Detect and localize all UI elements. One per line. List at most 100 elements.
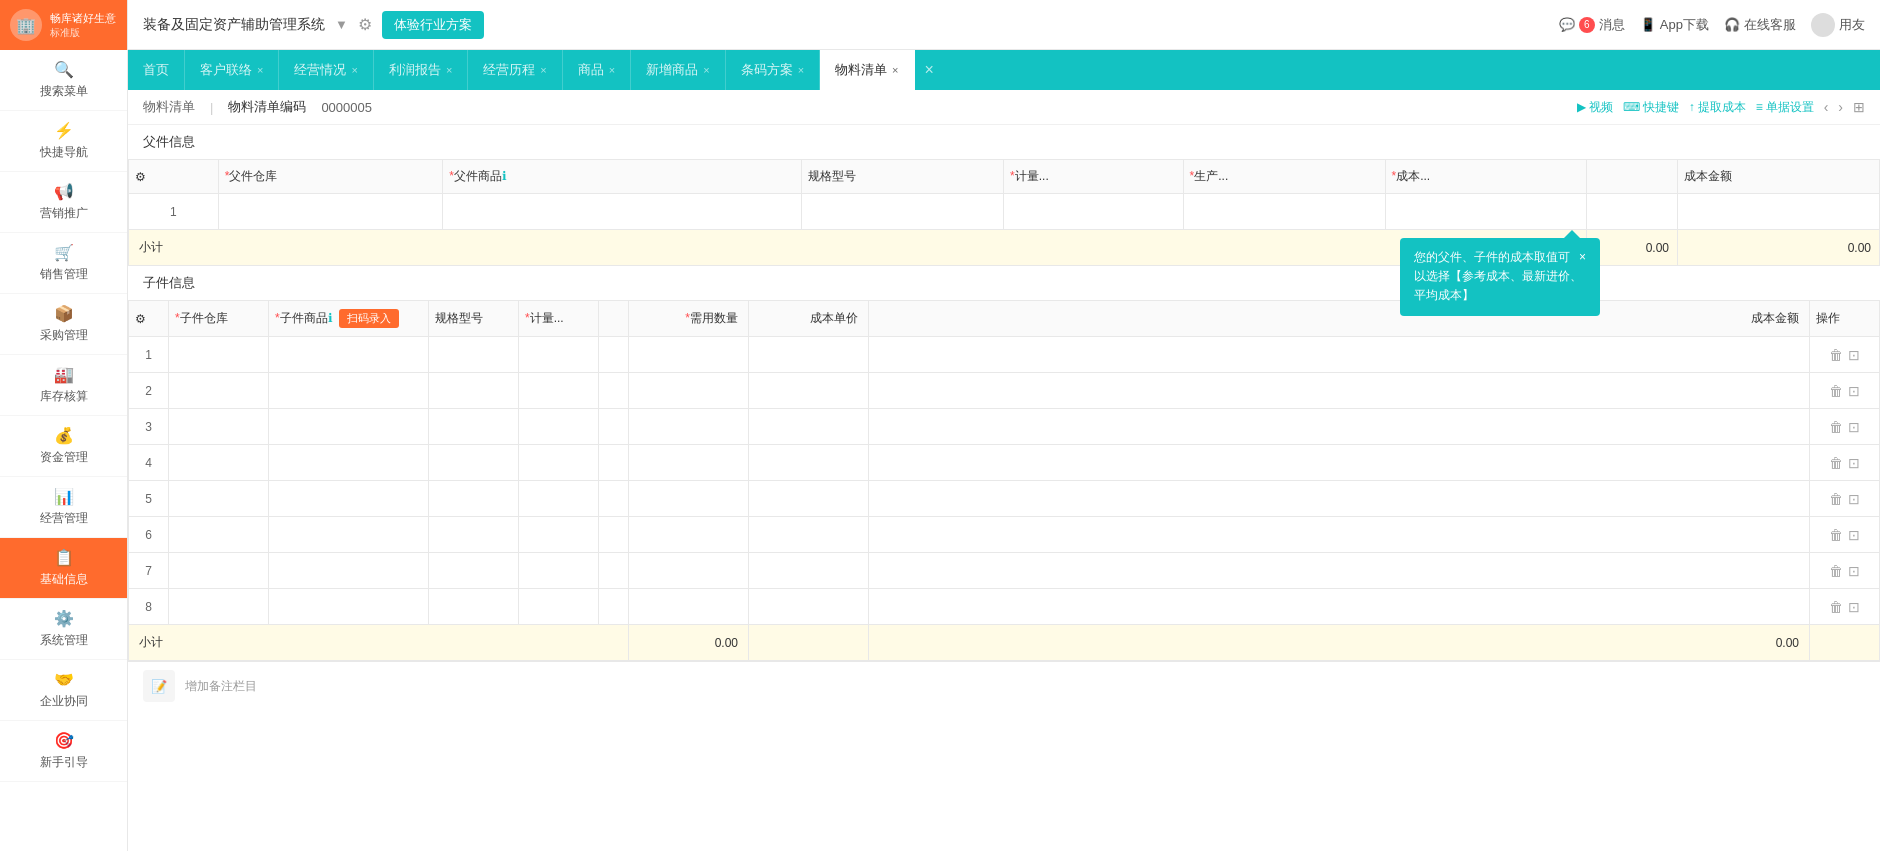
nav-tab-close-8[interactable]: × bbox=[892, 64, 898, 76]
try-btn[interactable]: 体验行业方案 bbox=[382, 11, 484, 39]
nav-tab-0[interactable]: 首页 bbox=[128, 50, 185, 90]
child-cell-spec-1[interactable] bbox=[429, 337, 519, 373]
child-cell-warehouse-1[interactable] bbox=[169, 337, 269, 373]
sidebar-item-finance[interactable]: 💰资金管理 bbox=[0, 416, 127, 477]
child-cell-unitprice-1[interactable] bbox=[749, 337, 869, 373]
sidebar-item-inventory[interactable]: 🏭库存核算 bbox=[0, 355, 127, 416]
message-btn[interactable]: 💬 6 消息 bbox=[1559, 16, 1625, 34]
sidebar-item-basic[interactable]: 📋基础信息 bbox=[0, 538, 127, 599]
parent-cell-unit-1[interactable] bbox=[1004, 194, 1184, 230]
parent-th-settings[interactable]: ⚙ bbox=[129, 160, 219, 194]
delete-icon-8[interactable]: 🗑 bbox=[1829, 599, 1843, 615]
copy-icon-8[interactable]: ⊡ bbox=[1848, 599, 1860, 615]
sidebar-item-collab[interactable]: 🤝企业协同 bbox=[0, 660, 127, 721]
child-cell-product-1[interactable] bbox=[269, 337, 429, 373]
add-note-icon[interactable]: 📝 bbox=[143, 670, 175, 702]
child-cell-unitprice-2[interactable] bbox=[749, 373, 869, 409]
child-cell-qty-8[interactable] bbox=[629, 589, 749, 625]
sidebar-item-marketing[interactable]: 📢营销推广 bbox=[0, 172, 127, 233]
sidebar-item-quicknav[interactable]: ⚡快捷导航 bbox=[0, 111, 127, 172]
single-settings-btn[interactable]: ≡ 单据设置 bbox=[1756, 99, 1814, 116]
sidebar-item-system[interactable]: ⚙️系统管理 bbox=[0, 599, 127, 660]
breadcrumb-parent[interactable]: 物料清单 bbox=[143, 98, 195, 116]
nav-tab-6[interactable]: 新增商品× bbox=[631, 50, 725, 90]
sidebar-item-purchase[interactable]: 📦采购管理 bbox=[0, 294, 127, 355]
parent-cell-product-1[interactable] bbox=[443, 194, 802, 230]
delete-icon-7[interactable]: 🗑 bbox=[1829, 563, 1843, 579]
nav-tab-close-6[interactable]: × bbox=[703, 64, 709, 76]
child-cell-qty-3[interactable] bbox=[629, 409, 749, 445]
app-download-btn[interactable]: 📱 App下载 bbox=[1640, 16, 1709, 34]
parent-cell-warehouse-1[interactable] bbox=[218, 194, 442, 230]
child-cell-qty-2[interactable] bbox=[629, 373, 749, 409]
copy-icon-6[interactable]: ⊡ bbox=[1848, 527, 1860, 543]
copy-icon-1[interactable]: ⊡ bbox=[1848, 347, 1860, 363]
child-cell-unit-1[interactable] bbox=[519, 337, 599, 373]
child-cell-spec-3[interactable] bbox=[429, 409, 519, 445]
child-cell-spec-8[interactable] bbox=[429, 589, 519, 625]
child-cell-unitprice-6[interactable] bbox=[749, 517, 869, 553]
nav-right-icon[interactable]: › bbox=[1838, 99, 1843, 115]
nav-left-icon[interactable]: ‹ bbox=[1824, 99, 1829, 115]
child-cell-spec-5[interactable] bbox=[429, 481, 519, 517]
nav-tab-close-1[interactable]: × bbox=[257, 64, 263, 76]
child-cell-unitprice-4[interactable] bbox=[749, 445, 869, 481]
child-cell-warehouse-8[interactable] bbox=[169, 589, 269, 625]
child-cell-unitprice-5[interactable] bbox=[749, 481, 869, 517]
nav-tab-7[interactable]: 条码方案× bbox=[726, 50, 820, 90]
extract-cost-btn[interactable]: ↑ 提取成本 bbox=[1689, 99, 1746, 116]
child-cell-product-3[interactable] bbox=[269, 409, 429, 445]
child-cell-qty-7[interactable] bbox=[629, 553, 749, 589]
shortcut-btn[interactable]: ⌨ 快捷键 bbox=[1623, 99, 1679, 116]
copy-icon-2[interactable]: ⊡ bbox=[1848, 383, 1860, 399]
child-cell-unit-4[interactable] bbox=[519, 445, 599, 481]
child-cell-qty-6[interactable] bbox=[629, 517, 749, 553]
child-cell-unit-6[interactable] bbox=[519, 517, 599, 553]
scan-btn[interactable]: 扫码录入 bbox=[339, 309, 399, 328]
delete-icon-3[interactable]: 🗑 bbox=[1829, 419, 1843, 435]
dropdown-icon[interactable]: ▼ bbox=[335, 17, 348, 32]
child-th-settings[interactable]: ⚙ bbox=[129, 301, 169, 337]
copy-icon-3[interactable]: ⊡ bbox=[1848, 419, 1860, 435]
settings-icon[interactable]: ⚙ bbox=[358, 15, 372, 34]
child-cell-unitprice-3[interactable] bbox=[749, 409, 869, 445]
nav-tab-5[interactable]: 商品× bbox=[563, 50, 631, 90]
parent-cell-cost-1[interactable] bbox=[1385, 194, 1587, 230]
child-cell-qty-4[interactable] bbox=[629, 445, 749, 481]
child-cell-warehouse-5[interactable] bbox=[169, 481, 269, 517]
nav-tab-close-5[interactable]: × bbox=[609, 64, 615, 76]
nav-tab-4[interactable]: 经营历程× bbox=[468, 50, 562, 90]
child-cell-warehouse-3[interactable] bbox=[169, 409, 269, 445]
delete-icon-5[interactable]: 🗑 bbox=[1829, 491, 1843, 507]
child-cell-warehouse-6[interactable] bbox=[169, 517, 269, 553]
tab-close-right[interactable]: × bbox=[915, 61, 944, 79]
sidebar-item-operation[interactable]: 📊经营管理 bbox=[0, 477, 127, 538]
parent-cell-production-1[interactable] bbox=[1183, 194, 1385, 230]
copy-icon-4[interactable]: ⊡ bbox=[1848, 455, 1860, 471]
nav-tab-8[interactable]: 物料清单× bbox=[820, 50, 914, 90]
child-cell-qty-1[interactable] bbox=[629, 337, 749, 373]
nav-tab-1[interactable]: 客户联络× bbox=[185, 50, 279, 90]
user-btn[interactable]: 用友 bbox=[1811, 13, 1865, 37]
child-cell-qty-5[interactable] bbox=[629, 481, 749, 517]
child-cell-warehouse-2[interactable] bbox=[169, 373, 269, 409]
grid-icon[interactable]: ⊞ bbox=[1853, 99, 1865, 115]
nav-tab-close-3[interactable]: × bbox=[446, 64, 452, 76]
nav-tab-close-7[interactable]: × bbox=[798, 64, 804, 76]
child-cell-product-4[interactable] bbox=[269, 445, 429, 481]
child-cell-spec-4[interactable] bbox=[429, 445, 519, 481]
delete-icon-4[interactable]: 🗑 bbox=[1829, 455, 1843, 471]
sidebar-item-search[interactable]: 🔍搜索菜单 bbox=[0, 50, 127, 111]
child-cell-spec-7[interactable] bbox=[429, 553, 519, 589]
child-cell-product-7[interactable] bbox=[269, 553, 429, 589]
child-cell-unitprice-7[interactable] bbox=[749, 553, 869, 589]
nav-tab-close-4[interactable]: × bbox=[540, 64, 546, 76]
child-cell-spec-6[interactable] bbox=[429, 517, 519, 553]
tooltip-close[interactable]: × bbox=[1579, 248, 1586, 267]
sidebar-item-sales[interactable]: 🛒销售管理 bbox=[0, 233, 127, 294]
child-cell-product-6[interactable] bbox=[269, 517, 429, 553]
child-cell-product-8[interactable] bbox=[269, 589, 429, 625]
nav-tab-close-2[interactable]: × bbox=[351, 64, 357, 76]
sidebar-item-guide[interactable]: 🎯新手引导 bbox=[0, 721, 127, 782]
parent-cell-spec-1[interactable] bbox=[802, 194, 1004, 230]
